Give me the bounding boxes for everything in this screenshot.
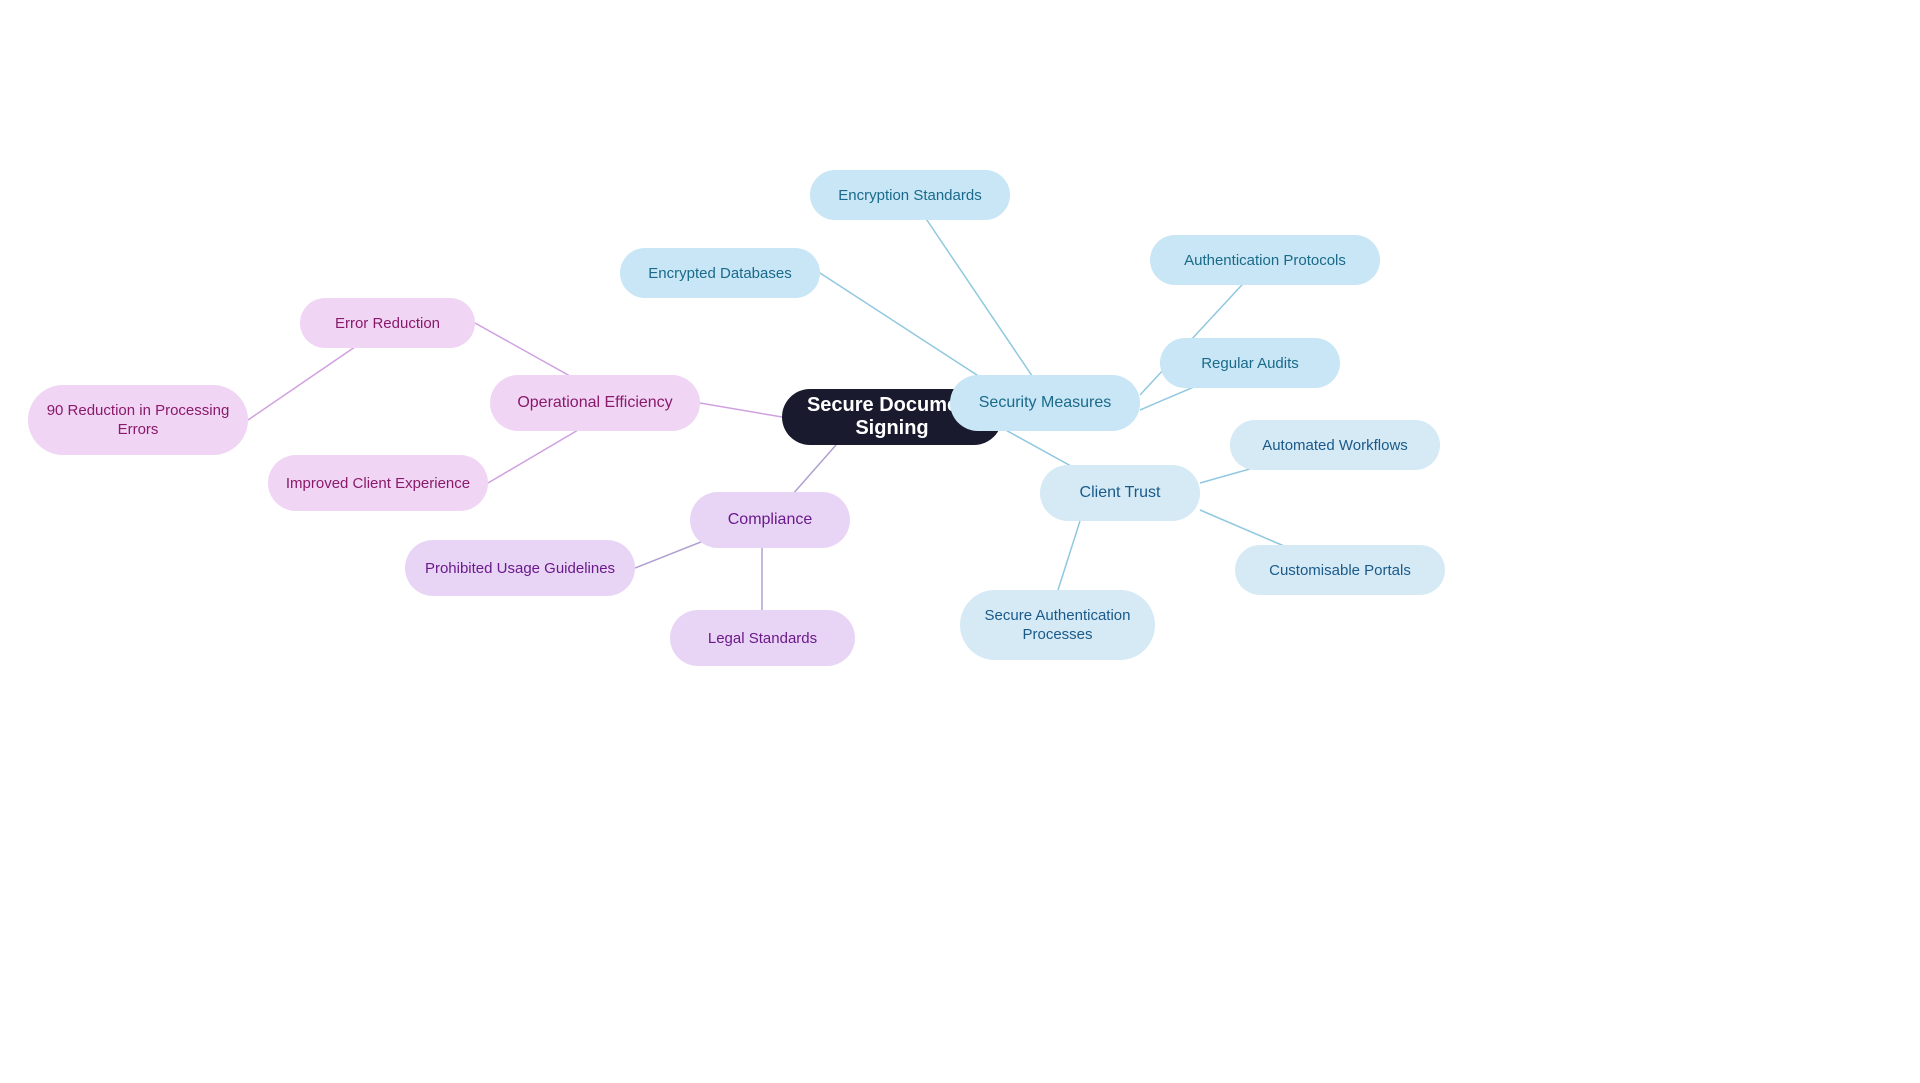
security-measures-node: Security Measures (950, 375, 1140, 431)
improved-client-experience-node: Improved Client Experience (268, 455, 488, 511)
regular-audits-node: Regular Audits (1160, 338, 1340, 388)
encryption-standards-node: Encryption Standards (810, 170, 1010, 220)
automated-workflows-node: Automated Workflows (1230, 420, 1440, 470)
operational-efficiency-node: Operational Efficiency (490, 375, 700, 431)
client-trust-node: Client Trust (1040, 465, 1200, 521)
authentication-protocols-node: Authentication Protocols (1150, 235, 1380, 285)
prohibited-usage-guidelines-node: Prohibited Usage Guidelines (405, 540, 635, 596)
compliance-node: Compliance (690, 492, 850, 548)
reduction-processing-errors-node: 90 Reduction in Processing Errors (28, 385, 248, 455)
secure-authentication-processes-node: Secure Authentication Processes (960, 590, 1155, 660)
encrypted-databases-node: Encrypted Databases (620, 248, 820, 298)
error-reduction-node: Error Reduction (300, 298, 475, 348)
customisable-portals-node: Customisable Portals (1235, 545, 1445, 595)
legal-standards-node: Legal Standards (670, 610, 855, 666)
